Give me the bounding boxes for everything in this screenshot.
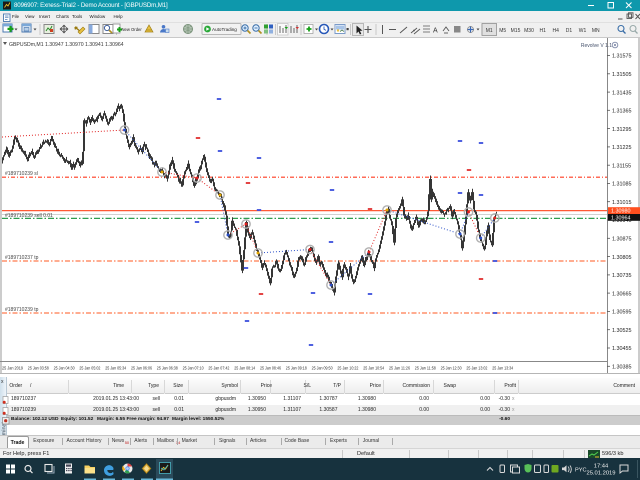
svg-text:1.30805: 1.30805: [612, 255, 632, 261]
svg-text:New Order: New Order: [122, 27, 143, 32]
svg-text:1.31085: 1.31085: [612, 182, 632, 188]
svg-text:25 Jan 03:58: 25 Jan 03:58: [28, 366, 49, 371]
svg-text:1.31435: 1.31435: [612, 90, 632, 96]
svg-text:GBPUSDm,M1 1.30947 1.30970 1.: GBPUSDm,M1 1.30947 1.30970 1.30941 1.309…: [9, 42, 124, 48]
svg-text:1.31015: 1.31015: [612, 200, 632, 206]
svg-text:25 Jan 07:10: 25 Jan 07:10: [183, 366, 204, 371]
svg-text:1.30455: 1.30455: [612, 346, 632, 352]
svg-text:1.30980: 1.30980: [611, 209, 631, 215]
svg-text:25 Jan 11:26: 25 Jan 11:26: [389, 366, 410, 371]
svg-text:W1: W1: [579, 28, 587, 34]
svg-text:25 Jan 08:14: 25 Jan 08:14: [234, 366, 255, 371]
svg-text:25 Jan 10:22: 25 Jan 10:22: [337, 366, 358, 371]
svg-text:1.30385: 1.30385: [612, 365, 632, 371]
svg-text:1.30665: 1.30665: [612, 291, 632, 297]
svg-text:1.31505: 1.31505: [612, 72, 632, 78]
svg-text:#189710237 tp: #189710237 tp: [5, 255, 39, 261]
svg-text:25.01.2019: 25.01.2019: [586, 471, 615, 477]
svg-text:25 Jan 04:30: 25 Jan 04:30: [54, 366, 75, 371]
svg-text:1.30875: 1.30875: [612, 237, 632, 243]
svg-text:1.31225: 1.31225: [612, 145, 632, 151]
svg-text:25 Jan 09:18: 25 Jan 09:18: [286, 366, 307, 371]
svg-text:M5: M5: [499, 28, 506, 34]
svg-text:17:44: 17:44: [594, 464, 609, 470]
svg-text:25 Jan 13:34: 25 Jan 13:34: [492, 366, 513, 371]
svg-text:25 Jan 10:54: 25 Jan 10:54: [363, 366, 384, 371]
svg-text:25 Jan 11:58: 25 Jan 11:58: [415, 366, 436, 371]
svg-text:25 Jan 05:02: 25 Jan 05:02: [79, 366, 100, 371]
svg-text:D1: D1: [566, 28, 573, 34]
svg-text:PYC: PYC: [575, 468, 587, 474]
svg-text:1.31295: 1.31295: [612, 127, 632, 133]
svg-text:1.30525: 1.30525: [612, 328, 632, 334]
svg-text:H1: H1: [540, 28, 547, 34]
svg-text:#189710239 sell 0.01: #189710239 sell 0.01: [5, 213, 53, 219]
svg-text:25 Jan 06:38: 25 Jan 06:38: [157, 366, 178, 371]
svg-text:M1: M1: [486, 28, 493, 34]
svg-text:1.30964: 1.30964: [611, 215, 631, 221]
svg-text:1.31365: 1.31365: [612, 109, 632, 115]
svg-text:25 Jan 13:02: 25 Jan 13:02: [466, 366, 487, 371]
svg-text:25 Jan 2019: 25 Jan 2019: [2, 366, 23, 371]
svg-text:M15: M15: [511, 28, 521, 34]
svg-text:25 Jan 05:34: 25 Jan 05:34: [105, 366, 126, 371]
svg-text:H4: H4: [553, 28, 560, 34]
svg-text:MN: MN: [592, 28, 600, 34]
svg-text:M30: M30: [524, 28, 534, 34]
svg-text:25 Jan 12:30: 25 Jan 12:30: [441, 366, 462, 371]
svg-text:#189710239 tp: #189710239 tp: [5, 307, 39, 313]
svg-text:25 Jan 07:42: 25 Jan 07:42: [208, 366, 229, 371]
svg-text:1.30735: 1.30735: [612, 273, 632, 279]
svg-text:1.30595: 1.30595: [612, 310, 632, 316]
svg-text:1.31155: 1.31155: [612, 163, 631, 169]
svg-text:25 Jan 06:06: 25 Jan 06:06: [131, 366, 152, 371]
svg-text:1.31575: 1.31575: [612, 54, 632, 60]
svg-text:25 Jan 08:46: 25 Jan 08:46: [260, 366, 281, 371]
svg-text:Revolve V 1.1: Revolve V 1.1: [581, 43, 612, 49]
svg-text:#189710239 sl: #189710239 sl: [5, 171, 38, 177]
svg-text:A: A: [433, 28, 438, 35]
svg-text:25 Jan 09:50: 25 Jan 09:50: [312, 366, 333, 371]
svg-text:AutoTrading: AutoTrading: [212, 27, 237, 32]
